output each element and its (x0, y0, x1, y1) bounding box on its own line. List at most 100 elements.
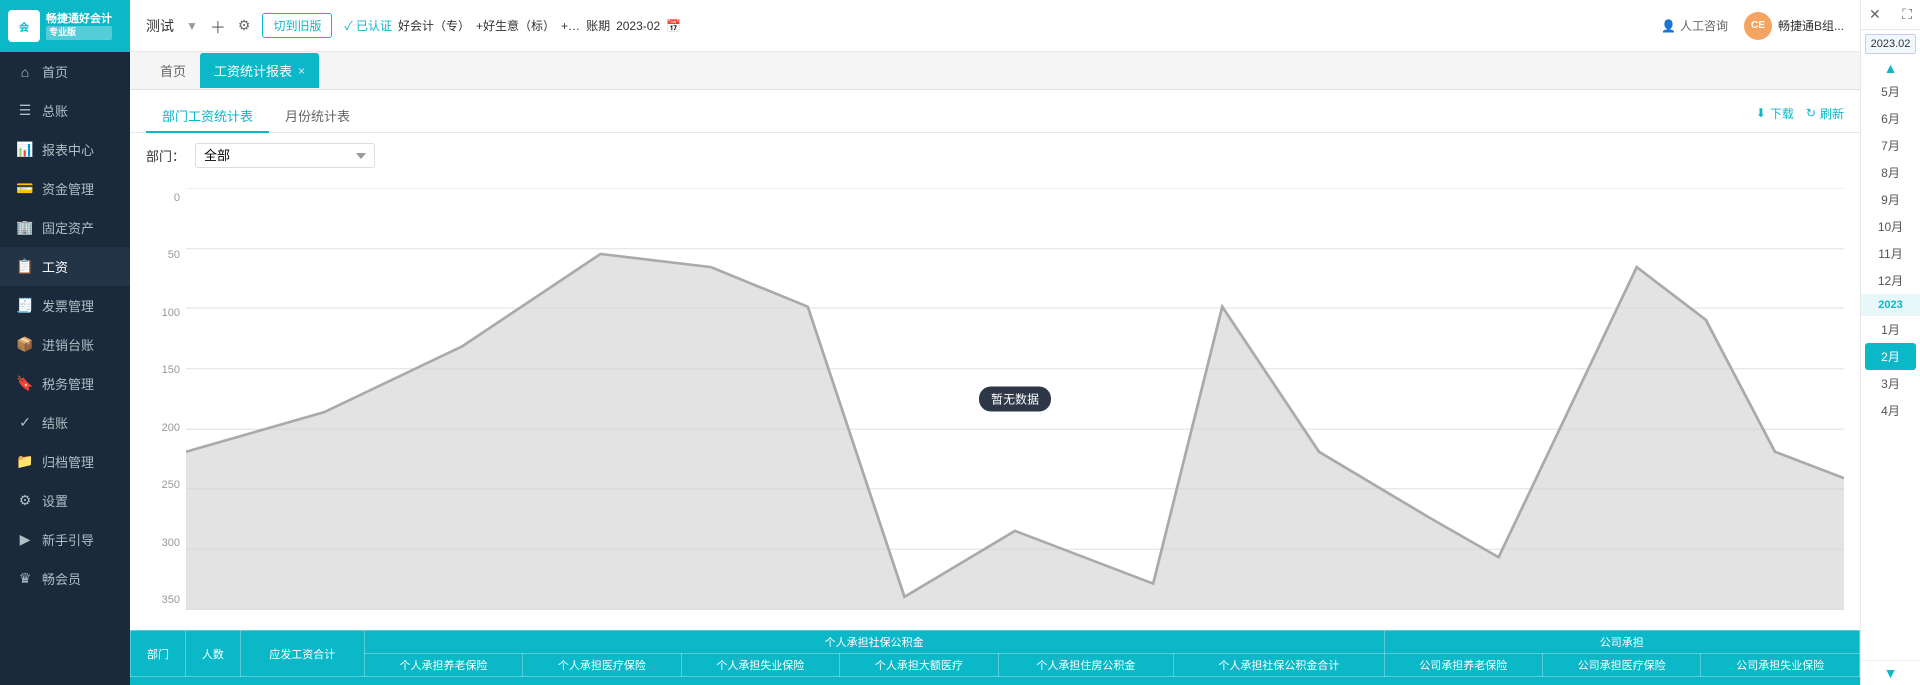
biz-status: +好生意（标） (476, 17, 555, 34)
project-dropdown-icon[interactable]: ▼ (186, 19, 198, 33)
month-list: 5月 6月 7月 8月 9月 10月 11月 12月 2023 1月 2月 3月… (1861, 78, 1920, 660)
good-account-status: 好会计（专） (398, 17, 470, 34)
th-personal-housing: 个人承担住房公积金 (998, 654, 1174, 677)
filter-row: 部门： 全部 财务部 人事部 技术部 销售部 (130, 133, 1860, 178)
chart-svg-wrapper: 暂无数据 (186, 188, 1844, 610)
tab-home[interactable]: 首页 (146, 53, 200, 88)
y-label-50: 50 (146, 249, 186, 261)
sidebar-item-assets[interactable]: 🏢 固定资产 (0, 208, 130, 247)
date-display: 2023.02 (1865, 34, 1916, 54)
guide-icon: ▶ (16, 531, 34, 548)
tax-icon: 🔖 (16, 375, 34, 392)
sidebar-item-invoice[interactable]: 🧾 发票管理 (0, 286, 130, 325)
download-button[interactable]: ⬇ 下载 (1756, 105, 1794, 122)
panel-close-button[interactable]: ✕ (1869, 6, 1881, 23)
y-label-150: 150 (146, 364, 186, 376)
subtab-bar: 部门工资统计表 月份统计表 ⬇ 下载 ↻ 刷新 (130, 90, 1860, 133)
sidebar-item-salary[interactable]: 📋 工资 (0, 247, 130, 286)
settings-button[interactable]: ⚙ (238, 17, 251, 34)
tab-salary-report[interactable]: 工资统计报表 × (200, 53, 319, 88)
sales-icon: 📦 (16, 336, 34, 353)
period-value: 2023-02 (616, 19, 660, 33)
sidebar-item-archive[interactable]: 📁 归档管理 (0, 442, 130, 481)
invoice-icon: 🧾 (16, 297, 34, 314)
month-2-active[interactable]: 2月 (1865, 343, 1916, 370)
th-dept: 部门 (131, 631, 186, 677)
vip-icon: ♛ (16, 570, 34, 587)
switch-old-button[interactable]: 切到旧版 (262, 13, 332, 38)
th-personal-medical: 个人承担医疗保险 (523, 654, 681, 677)
capital-icon: 💳 (16, 180, 34, 197)
month-11[interactable]: 11月 (1861, 240, 1920, 267)
settings-icon: ⚙ (16, 492, 34, 509)
month-5[interactable]: 5月 (1861, 78, 1920, 105)
month-9[interactable]: 9月 (1861, 186, 1920, 213)
month-6[interactable]: 6月 (1861, 105, 1920, 132)
y-axis: 350 300 250 200 150 100 50 0 (146, 188, 186, 610)
th-headcount: 人数 (185, 631, 240, 677)
tab-close-button[interactable]: × (298, 64, 305, 78)
table-grid: 部门 人数 应发工资合计 个人承担社保公积金 公司承担 个人承担养老保险 个人承… (130, 630, 1860, 677)
date-up-button[interactable]: ▲ (1884, 60, 1898, 76)
th-company-unemployment: 公司承担失业保险 (1701, 654, 1860, 677)
dept-select[interactable]: 全部 财务部 人事部 技术部 销售部 (195, 143, 375, 168)
more-status: +… (561, 19, 580, 33)
subtab-dept[interactable]: 部门工资统计表 (146, 100, 269, 133)
y-label-300: 300 (146, 537, 186, 549)
sidebar-item-home[interactable]: ⌂ 首页 (0, 52, 130, 91)
sidebar-item-settle[interactable]: ✓ 结账 (0, 403, 130, 442)
dept-label: 部门： (146, 146, 185, 165)
sidebar-item-capital[interactable]: 💳 资金管理 (0, 169, 130, 208)
sidebar-item-vip[interactable]: ♛ 畅会员 (0, 559, 130, 598)
right-panel: ✕ ⛶ 2023.02 ▲ 5月 6月 7月 8月 9月 10月 11月 12月… (1860, 0, 1920, 685)
refresh-button[interactable]: ↻ 刷新 (1806, 105, 1844, 122)
app-logo: 会 畅捷通好会计 专业版 (0, 0, 130, 52)
user-menu[interactable]: CE 畅捷通B组... (1744, 12, 1844, 40)
sidebar: 会 畅捷通好会计 专业版 ⌂ 首页 ☰ 总账 📊 报表中心 💳 资金管理 🏢 固… (0, 0, 130, 685)
project-title: 测试 (146, 16, 174, 36)
download-icon: ⬇ (1756, 106, 1766, 120)
th-personal-group: 个人承担社保公积金 (364, 631, 1384, 654)
sidebar-item-sales[interactable]: 📦 进销台账 (0, 325, 130, 364)
subtab-actions: ⬇ 下载 ↻ 刷新 (1756, 105, 1844, 128)
archive-icon: 📁 (16, 453, 34, 470)
month-4[interactable]: 4月 (1861, 397, 1920, 424)
consult-button[interactable]: 👤 人工咨询 (1661, 17, 1728, 34)
topbar-right: 👤 人工咨询 CE 畅捷通B组... (1661, 12, 1844, 40)
tabbar: 首页 工资统计报表 × (130, 52, 1860, 90)
topbar-status: ✓ 已认证 好会计（专） +好生意（标） +… 账期 2023-02 📅 (344, 17, 681, 34)
logo-icon: 会 (8, 10, 40, 42)
th-personal-pension: 个人承担养老保险 (364, 654, 522, 677)
subtab-monthly[interactable]: 月份统计表 (269, 100, 366, 133)
panel-close-row: ✕ ⛶ (1861, 0, 1920, 30)
main-area: 测试 ▼ ＋ ⚙ 切到旧版 ✓ 已认证 好会计（专） +好生意（标） +… 账期… (130, 0, 1860, 685)
month-7[interactable]: 7月 (1861, 132, 1920, 159)
add-button[interactable]: ＋ (210, 14, 226, 38)
month-8[interactable]: 8月 (1861, 159, 1920, 186)
year-2023-label: 2023 (1861, 294, 1920, 316)
th-personal-major-medical: 个人承担大额医疗 (840, 654, 998, 677)
th-personal-unemployment: 个人承担失业保险 (681, 654, 839, 677)
chart-container: 350 300 250 200 150 100 50 0 (146, 188, 1844, 630)
home-icon: ⌂ (16, 64, 34, 80)
sidebar-item-tax[interactable]: 🔖 税务管理 (0, 364, 130, 403)
date-nav-bottom: ▼ (1861, 660, 1920, 685)
certified-status: ✓ 已认证 (344, 17, 392, 34)
sidebar-item-reports[interactable]: 📊 报表中心 (0, 130, 130, 169)
y-label-0: 0 (146, 192, 186, 204)
sidebar-item-ledger[interactable]: ☰ 总账 (0, 91, 130, 130)
month-1[interactable]: 1月 (1861, 316, 1920, 343)
date-down-button[interactable]: ▼ (1884, 665, 1898, 681)
calendar-icon[interactable]: 📅 (666, 19, 681, 33)
y-label-200: 200 (146, 422, 186, 434)
content-area: 部门工资统计表 月份统计表 ⬇ 下载 ↻ 刷新 部门： 全部 财务部 人事部 技… (130, 90, 1860, 685)
sidebar-item-guide[interactable]: ▶ 新手引导 (0, 520, 130, 559)
month-12[interactable]: 12月 (1861, 267, 1920, 294)
y-label-100: 100 (146, 307, 186, 319)
panel-expand-button[interactable]: ⛶ (1902, 6, 1912, 23)
sidebar-item-settings[interactable]: ⚙ 设置 (0, 481, 130, 520)
assets-icon: 🏢 (16, 219, 34, 236)
month-3[interactable]: 3月 (1861, 370, 1920, 397)
month-10[interactable]: 10月 (1861, 213, 1920, 240)
salary-icon: 📋 (16, 258, 34, 275)
